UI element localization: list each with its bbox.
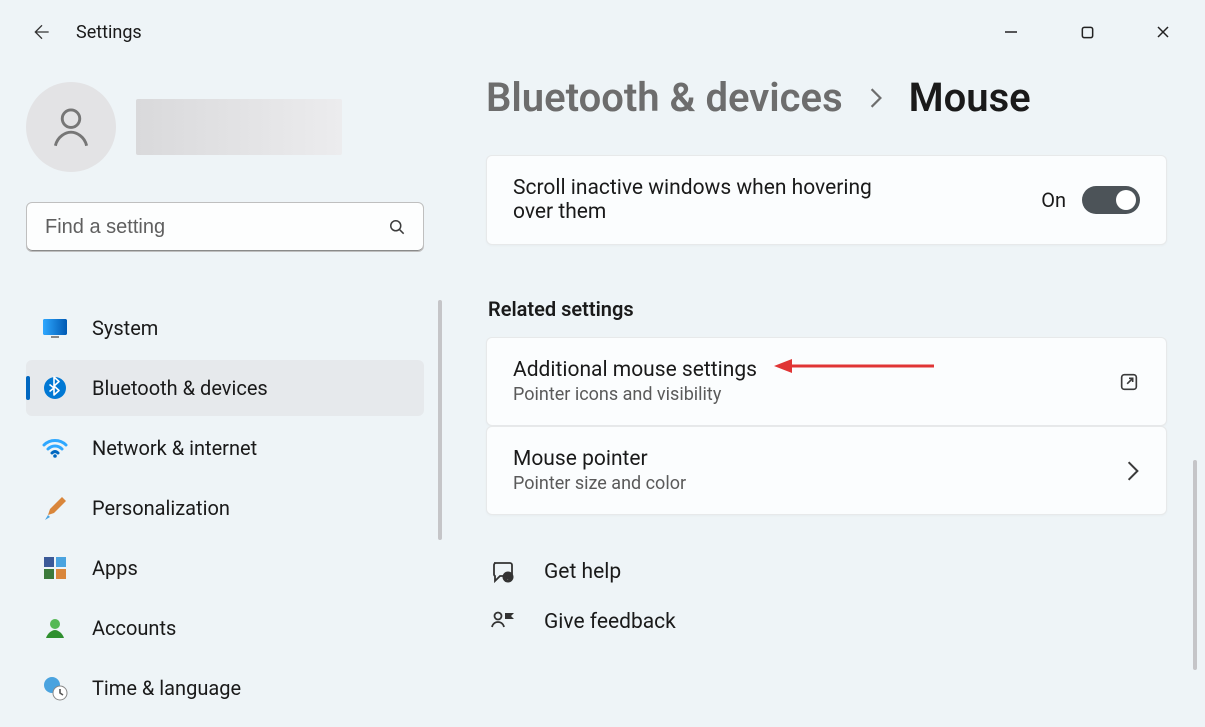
- related-title: Additional mouse settings: [513, 358, 1098, 382]
- breadcrumb-current: Mouse: [909, 74, 1031, 121]
- back-button[interactable]: [24, 14, 60, 50]
- brush-icon: [42, 495, 68, 521]
- nav-item-bluetooth[interactable]: Bluetooth & devices: [26, 360, 424, 416]
- support-links: ? Get help Give feedback: [486, 559, 1167, 635]
- search-box[interactable]: [26, 202, 424, 252]
- monitor-icon: [42, 315, 68, 341]
- related-subtitle: Pointer size and color: [513, 473, 1106, 494]
- maximize-icon: [1080, 25, 1095, 40]
- nav-item-apps[interactable]: Apps: [26, 540, 424, 596]
- sidebar: System Bluetooth & devices Network & int…: [0, 64, 448, 727]
- nav-label: Network & internet: [92, 436, 257, 460]
- nav-label: Bluetooth & devices: [92, 376, 268, 400]
- minimize-icon: [1003, 24, 1019, 40]
- nav-item-network[interactable]: Network & internet: [26, 420, 424, 476]
- arrow-left-icon: [32, 22, 52, 42]
- related-heading: Related settings: [488, 297, 1167, 321]
- related-title: Mouse pointer: [513, 447, 1106, 471]
- search-icon: [387, 217, 407, 237]
- wifi-icon: [42, 435, 68, 461]
- profile-name-redacted: [136, 99, 342, 155]
- nav-label: Apps: [92, 556, 138, 580]
- search-input[interactable]: [43, 215, 387, 240]
- nav-item-accounts[interactable]: Accounts: [26, 600, 424, 656]
- clock-globe-icon: [42, 675, 68, 701]
- help-chat-icon: ?: [490, 559, 516, 585]
- setting-label: Scroll inactive windows when hovering ov…: [513, 176, 893, 224]
- apps-icon: [42, 555, 68, 581]
- open-external-icon: [1118, 371, 1140, 393]
- nav-item-time[interactable]: Time & language: [26, 660, 424, 716]
- svg-text:?: ?: [506, 573, 510, 582]
- maximize-button[interactable]: [1073, 18, 1101, 46]
- main-content: Bluetooth & devices Mouse Scroll inactiv…: [448, 64, 1205, 727]
- chevron-right-icon: [867, 87, 885, 109]
- related-subtitle: Pointer icons and visibility: [513, 384, 1098, 405]
- toggle-switch[interactable]: [1082, 186, 1140, 214]
- title-bar: Settings: [0, 0, 1205, 64]
- breadcrumb-parent[interactable]: Bluetooth & devices: [486, 74, 843, 121]
- setting-scroll-inactive: Scroll inactive windows when hovering ov…: [486, 155, 1167, 245]
- link-give-feedback[interactable]: Give feedback: [486, 609, 1167, 635]
- bluetooth-icon: [42, 375, 68, 401]
- close-icon: [1155, 24, 1171, 40]
- minimize-button[interactable]: [997, 18, 1025, 46]
- avatar: [26, 82, 116, 172]
- chevron-right-icon: [1126, 460, 1140, 482]
- toggle-state-label: On: [1041, 188, 1066, 212]
- related-item-additional-mouse[interactable]: Additional mouse settings Pointer icons …: [486, 337, 1167, 426]
- window-controls: [997, 18, 1187, 46]
- related-item-mouse-pointer[interactable]: Mouse pointer Pointer size and color: [486, 426, 1167, 515]
- link-label: Give feedback: [544, 610, 676, 634]
- feedback-icon: [490, 609, 516, 635]
- nav-label: Personalization: [92, 496, 230, 520]
- nav-label: System: [92, 316, 158, 340]
- link-get-help[interactable]: ? Get help: [486, 559, 1167, 585]
- person-icon: [46, 102, 96, 152]
- app-title: Settings: [76, 22, 142, 43]
- profile-block[interactable]: [26, 82, 424, 172]
- nav-label: Accounts: [92, 616, 176, 640]
- nav-label: Time & language: [92, 676, 241, 700]
- close-button[interactable]: [1149, 18, 1177, 46]
- toggle-group: On: [1041, 186, 1140, 214]
- breadcrumb: Bluetooth & devices Mouse: [486, 74, 1167, 121]
- accounts-icon: [42, 615, 68, 641]
- nav-item-system[interactable]: System: [26, 300, 424, 356]
- nav-item-personalization[interactable]: Personalization: [26, 480, 424, 536]
- link-label: Get help: [544, 560, 621, 584]
- nav-list: System Bluetooth & devices Network & int…: [26, 300, 424, 716]
